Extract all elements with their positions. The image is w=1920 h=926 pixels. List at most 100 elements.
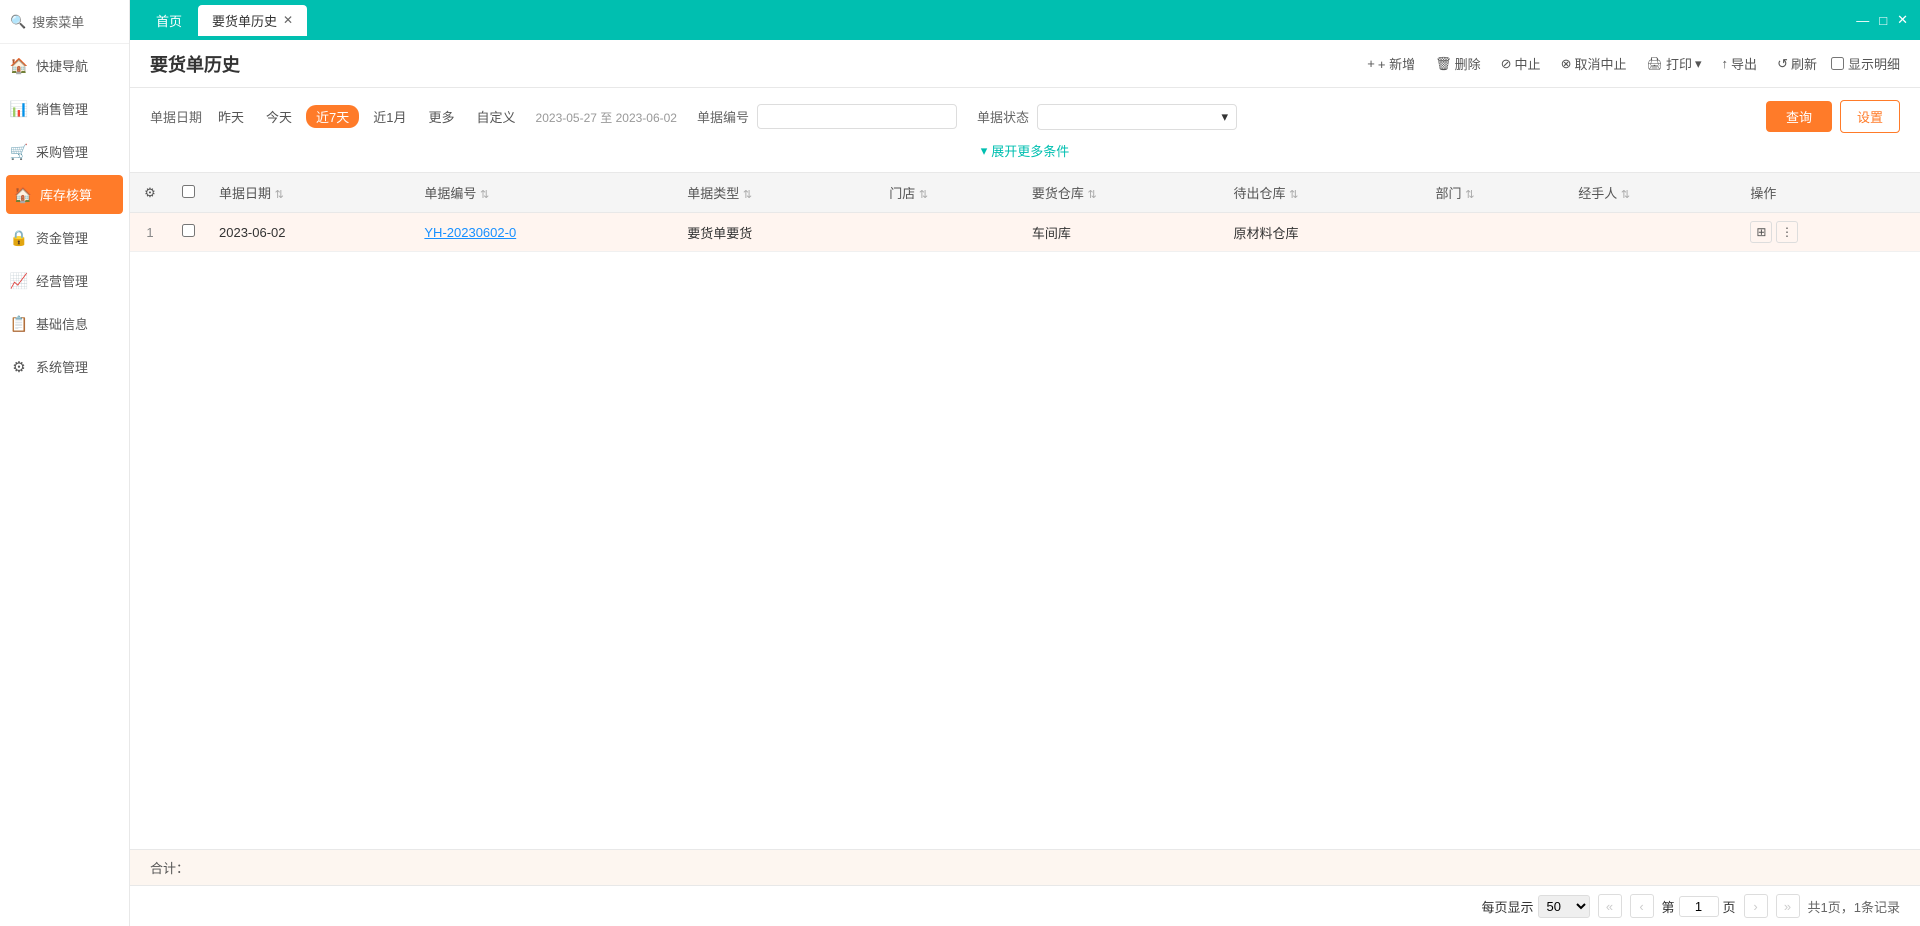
page-size-select[interactable]: 50 100 200 <box>1538 895 1590 918</box>
row-department <box>1424 213 1567 252</box>
cancel-stop-button[interactable]: ⊗ 取消中止 <box>1555 50 1633 77</box>
sidebar-item-purchase[interactable]: 🛒 采购管理 <box>0 130 129 173</box>
show-detail-input[interactable] <box>1831 57 1844 70</box>
tab-requisition-history[interactable]: 要货单历史 ✕ <box>198 5 307 36</box>
col-pending-warehouse: 待出仓库 ⇅ <box>1222 173 1424 213</box>
doc-status-label: 单据状态 <box>977 107 1029 126</box>
sidebar-item-finance[interactable]: 🔒 资金管理 <box>0 216 129 259</box>
sort-store-icon[interactable]: ⇅ <box>919 189 928 201</box>
row-doc-no-link[interactable]: YH-20230602-0 <box>424 225 516 240</box>
page-word-prefix: 第 <box>1662 897 1675 916</box>
page-size-label: 每页显示 <box>1481 897 1533 916</box>
sort-reqwh-icon[interactable]: ⇅ <box>1088 189 1097 201</box>
row-checkbox[interactable] <box>182 224 195 237</box>
query-button[interactable]: 查询 <box>1766 101 1832 132</box>
date-btn-yesterday[interactable]: 昨天 <box>210 105 252 128</box>
sidebar-item-sales[interactable]: 📊 销售管理 <box>0 87 129 130</box>
col-operation: 操作 <box>1738 173 1920 213</box>
sidebar-item-label: 系统管理 <box>36 357 88 376</box>
print-icon: 🖨 <box>1646 56 1663 72</box>
date-btn-custom[interactable]: 自定义 <box>469 105 524 128</box>
sidebar-search[interactable]: 🔍 搜索菜单 <box>0 0 129 44</box>
show-detail-checkbox[interactable]: 显示明细 <box>1831 54 1900 73</box>
export-icon: ↑ <box>1722 56 1729 71</box>
filter-doc-number: 单据编号 <box>697 104 957 129</box>
tab-close-icon[interactable]: ✕ <box>283 13 293 27</box>
sort-handler-icon[interactable]: ⇅ <box>1621 189 1630 201</box>
tab-home[interactable]: 首页 <box>142 5 196 36</box>
data-table: ⚙ 单据日期 ⇅ 单据编号 ⇅ 单据类型 ⇅ <box>130 173 1920 252</box>
new-button[interactable]: + + 新增 <box>1361 50 1421 77</box>
page-word: 页 <box>1723 897 1736 916</box>
sidebar-item-label: 库存核算 <box>40 185 92 204</box>
delete-button[interactable]: 🗑 删除 <box>1429 50 1487 77</box>
date-btn-today[interactable]: 今天 <box>258 105 300 128</box>
stop-icon: ⊘ <box>1501 56 1512 72</box>
total-label: 合计： <box>150 858 189 877</box>
row-more-button[interactable]: ⋮ <box>1776 221 1798 243</box>
date-filter-buttons: 昨天 今天 近7天 近1月 更多 自定义 <box>210 105 524 128</box>
sidebar-item-quick-nav[interactable]: 🏠 快捷导航 <box>0 44 129 87</box>
row-checkbox-cell <box>170 213 207 252</box>
row-view-button[interactable]: ⊞ <box>1750 221 1772 243</box>
export-button[interactable]: ↑ 导出 <box>1716 50 1764 77</box>
main-content: 首页 要货单历史 ✕ — □ ✕ 要货单历史 + + 新增 🗑 删除 ⊘ 中止 <box>130 0 1920 926</box>
sort-doctype-icon[interactable]: ⇅ <box>743 189 752 201</box>
date-btn-last1month[interactable]: 近1月 <box>365 105 414 128</box>
refresh-icon: ↺ <box>1777 56 1788 72</box>
sort-docno-icon[interactable]: ⇅ <box>480 189 489 201</box>
page-number-input[interactable] <box>1679 896 1719 917</box>
maximize-button[interactable]: □ <box>1879 13 1887 28</box>
sidebar-item-inventory[interactable]: 🏠 库存核算 <box>6 175 123 214</box>
doc-status-select[interactable]: ▾ <box>1037 104 1237 130</box>
table-settings-col[interactable]: ⚙ <box>130 173 170 213</box>
header-actions: + + 新增 🗑 删除 ⊘ 中止 ⊗ 取消中止 🖨 打印 ▾ ↑ <box>1361 50 1900 77</box>
table-checkbox-col <box>170 173 207 213</box>
row-doc-no: YH-20230602-0 <box>412 213 675 252</box>
row-pending-warehouse: 原材料仓库 <box>1222 213 1424 252</box>
row-operations: ⊞ ⋮ <box>1738 213 1920 252</box>
sidebar-item-operation[interactable]: 📈 经营管理 <box>0 259 129 302</box>
sidebar-item-system[interactable]: ⚙ 系统管理 <box>0 345 129 388</box>
sort-pendwh-icon[interactable]: ⇅ <box>1289 189 1298 201</box>
page-header: 要货单历史 + + 新增 🗑 删除 ⊘ 中止 ⊗ 取消中止 🖨 打印 ▾ <box>130 40 1920 88</box>
expand-icon: ▾ <box>981 143 988 159</box>
sales-icon: 📊 <box>10 100 28 118</box>
purchase-icon: 🛒 <box>10 143 28 161</box>
date-btn-more[interactable]: 更多 <box>421 105 463 128</box>
table-area: ⚙ 单据日期 ⇅ 单据编号 ⇅ 单据类型 ⇅ <box>130 173 1920 849</box>
table-footer: 合计： <box>130 849 1920 885</box>
print-button[interactable]: 🖨 打印 ▾ <box>1640 50 1707 77</box>
last-page-button[interactable]: » <box>1776 894 1800 918</box>
sort-dept-icon[interactable]: ⇅ <box>1465 189 1474 201</box>
expand-more-button[interactable]: ▾ 展开更多条件 <box>150 141 1900 160</box>
col-store: 门店 ⇅ <box>877 173 1020 213</box>
table-header-row: ⚙ 单据日期 ⇅ 单据编号 ⇅ 单据类型 ⇅ <box>130 173 1920 213</box>
prev-page-button[interactable]: ‹ <box>1630 894 1654 918</box>
print-dropdown-icon: ▾ <box>1695 56 1702 72</box>
refresh-button[interactable]: ↺ 刷新 <box>1771 50 1823 77</box>
search-icon: 🔍 <box>10 14 26 30</box>
sidebar-item-label: 经营管理 <box>36 271 88 290</box>
sidebar-item-basic[interactable]: 📋 基础信息 <box>0 302 129 345</box>
chevron-down-icon: ▾ <box>1221 109 1228 125</box>
page-size-wrap: 每页显示 50 100 200 <box>1481 895 1589 918</box>
sort-date-icon[interactable]: ⇅ <box>275 189 284 201</box>
date-btn-last7days[interactable]: 近7天 <box>306 105 359 128</box>
select-all-checkbox[interactable] <box>182 185 195 198</box>
date-range-display: 2023-05-27 至 2023-06-02 <box>536 109 677 126</box>
col-department: 部门 ⇅ <box>1424 173 1567 213</box>
first-page-button[interactable]: « <box>1598 894 1622 918</box>
doc-number-input[interactable] <box>757 104 957 129</box>
expand-label: 展开更多条件 <box>991 141 1069 160</box>
page-title: 要货单历史 <box>150 51 240 77</box>
stop-button[interactable]: ⊘ 中止 <box>1495 50 1547 77</box>
minimize-button[interactable]: — <box>1856 13 1869 28</box>
col-date: 单据日期 ⇅ <box>207 173 412 213</box>
close-button[interactable]: ✕ <box>1897 12 1908 28</box>
sidebar-item-label: 快捷导航 <box>36 56 88 75</box>
next-page-button[interactable]: › <box>1744 894 1768 918</box>
settings-button[interactable]: 设置 <box>1840 100 1900 133</box>
row-handler <box>1566 213 1738 252</box>
doc-number-label: 单据编号 <box>697 107 749 126</box>
